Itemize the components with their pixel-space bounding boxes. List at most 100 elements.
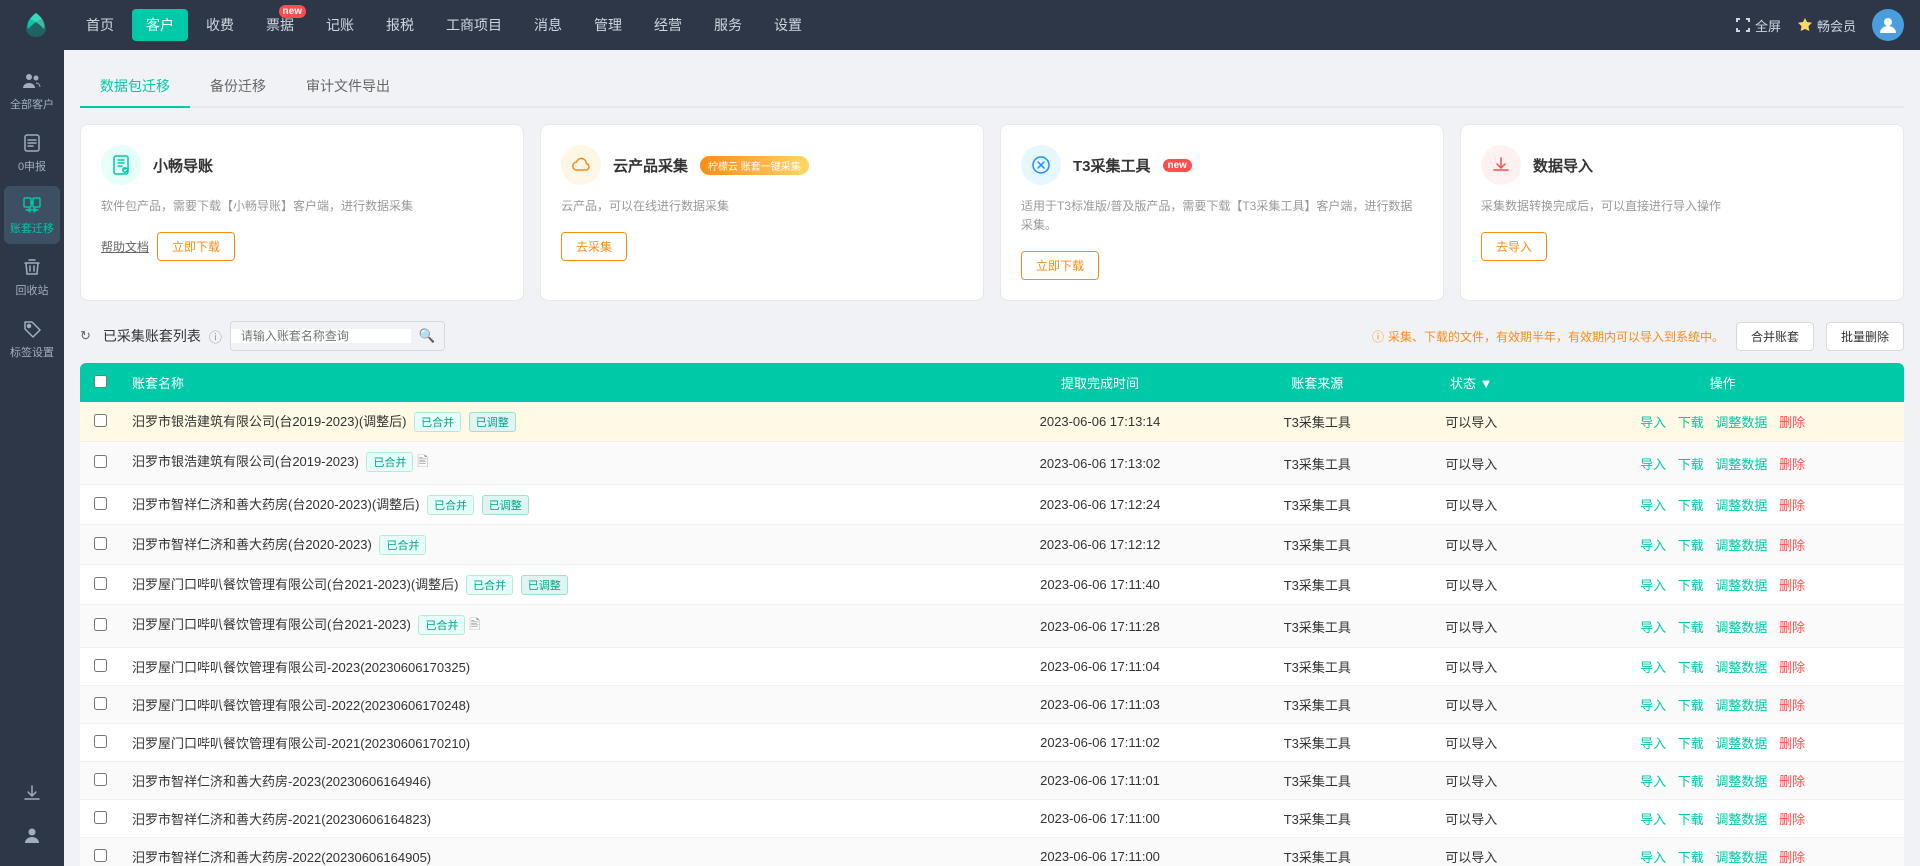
delete-action[interactable]: 删除: [1779, 736, 1805, 751]
tab-audit-export[interactable]: 审计文件导出: [286, 66, 410, 108]
delete-action[interactable]: 删除: [1779, 620, 1805, 635]
adjust-action[interactable]: 调整数据: [1715, 736, 1767, 751]
download-action[interactable]: 下载: [1678, 850, 1704, 865]
delete-action[interactable]: 删除: [1779, 457, 1805, 472]
adjust-action[interactable]: 调整数据: [1715, 850, 1767, 865]
nav-settings[interactable]: 设置: [760, 9, 816, 41]
adjust-action[interactable]: 调整数据: [1715, 415, 1767, 430]
nav-invoice[interactable]: 票据new: [252, 9, 308, 41]
fullscreen-btn[interactable]: 全屏: [1735, 16, 1781, 35]
row-checkbox[interactable]: [94, 455, 107, 468]
import-action[interactable]: 导入: [1640, 660, 1666, 675]
delete-action[interactable]: 删除: [1779, 498, 1805, 513]
nav-operation[interactable]: 经营: [640, 9, 696, 41]
row-checkbox[interactable]: [94, 618, 107, 631]
nav-customer[interactable]: 客户: [132, 9, 188, 41]
download-action[interactable]: 下载: [1678, 498, 1704, 513]
import-desc: 采集数据转换完成后，可以直接进行导入操作: [1481, 197, 1883, 216]
download-action[interactable]: 下载: [1678, 698, 1704, 713]
nav-manage[interactable]: 管理: [580, 9, 636, 41]
adjust-action[interactable]: 调整数据: [1715, 774, 1767, 789]
adjust-action[interactable]: 调整数据: [1715, 457, 1767, 472]
download-action[interactable]: 下载: [1678, 457, 1704, 472]
sidebar-item-tag-settings[interactable]: 标签设置: [4, 310, 60, 368]
delete-action[interactable]: 删除: [1779, 850, 1805, 865]
download-action[interactable]: 下载: [1678, 736, 1704, 751]
download-action[interactable]: 下载: [1678, 774, 1704, 789]
delete-action[interactable]: 删除: [1779, 578, 1805, 593]
merge-btn[interactable]: 合并账套: [1736, 322, 1814, 351]
user-avatar[interactable]: [1872, 9, 1904, 41]
app-logo[interactable]: [16, 5, 56, 45]
refresh-icon[interactable]: ↻: [80, 328, 91, 344]
adjust-action[interactable]: 调整数据: [1715, 578, 1767, 593]
t3-download-btn[interactable]: 立即下载: [1021, 251, 1099, 280]
row-checkbox[interactable]: [94, 735, 107, 748]
adjust-action[interactable]: 调整数据: [1715, 698, 1767, 713]
help-icon[interactable]: ⓘ: [209, 327, 222, 346]
import-action[interactable]: 导入: [1640, 698, 1666, 713]
adjust-action[interactable]: 调整数据: [1715, 538, 1767, 553]
nav-message[interactable]: 消息: [520, 9, 576, 41]
cloud-collect-btn[interactable]: 去采集: [561, 232, 627, 261]
search-button[interactable]: 🔍: [411, 322, 444, 350]
import-action[interactable]: 导入: [1640, 774, 1666, 789]
nav-tax[interactable]: 报税: [372, 9, 428, 41]
import-action[interactable]: 导入: [1640, 620, 1666, 635]
row-checkbox[interactable]: [94, 659, 107, 672]
delete-action[interactable]: 删除: [1779, 415, 1805, 430]
import-action[interactable]: 导入: [1640, 498, 1666, 513]
download-action[interactable]: 下载: [1678, 415, 1704, 430]
xiaochang-help-link[interactable]: 帮助文档: [101, 238, 149, 255]
adjust-action[interactable]: 调整数据: [1715, 620, 1767, 635]
sidebar-item-zero-report[interactable]: 0申报: [4, 124, 60, 182]
import-action[interactable]: 导入: [1640, 457, 1666, 472]
search-input[interactable]: [231, 329, 411, 343]
download-action[interactable]: 下载: [1678, 812, 1704, 827]
sidebar-item-download[interactable]: [4, 774, 60, 812]
sidebar-item-all-customers[interactable]: 全部客户: [4, 62, 60, 120]
xiaochang-download-btn[interactable]: 立即下载: [157, 232, 235, 261]
tab-backup-migration[interactable]: 备份迁移: [190, 66, 286, 108]
row-checkbox[interactable]: [94, 773, 107, 786]
nav-home[interactable]: 首页: [72, 9, 128, 41]
row-checkbox[interactable]: [94, 577, 107, 590]
import-action[interactable]: 导入: [1640, 578, 1666, 593]
batch-delete-btn[interactable]: 批量删除: [1826, 322, 1904, 351]
row-checkbox[interactable]: [94, 811, 107, 824]
delete-action[interactable]: 删除: [1779, 774, 1805, 789]
import-go-btn[interactable]: 去导入: [1481, 232, 1547, 261]
download-action[interactable]: 下载: [1678, 660, 1704, 675]
row-checkbox[interactable]: [94, 497, 107, 510]
import-action[interactable]: 导入: [1640, 812, 1666, 827]
delete-action[interactable]: 删除: [1779, 660, 1805, 675]
delete-action[interactable]: 删除: [1779, 812, 1805, 827]
row-checkbox[interactable]: [94, 849, 107, 862]
sidebar-item-migrate[interactable]: 账套迁移: [4, 186, 60, 244]
adjust-action[interactable]: 调整数据: [1715, 498, 1767, 513]
select-all-checkbox[interactable]: [94, 375, 107, 388]
row-checkbox[interactable]: [94, 537, 107, 550]
download-action[interactable]: 下载: [1678, 620, 1704, 635]
row-checkbox[interactable]: [94, 697, 107, 710]
adjust-action[interactable]: 调整数据: [1715, 812, 1767, 827]
member-btn[interactable]: 畅会员: [1797, 16, 1856, 35]
download-action[interactable]: 下载: [1678, 578, 1704, 593]
nav-service[interactable]: 服务: [700, 9, 756, 41]
tab-data-migration[interactable]: 数据包迁移: [80, 66, 190, 108]
delete-action[interactable]: 删除: [1779, 538, 1805, 553]
nav-fee[interactable]: 收费: [192, 9, 248, 41]
nav-bookkeeping[interactable]: 记账: [312, 9, 368, 41]
import-action[interactable]: 导入: [1640, 850, 1666, 865]
sidebar-item-user-settings[interactable]: [4, 816, 60, 854]
row-name-cell: 汨罗市智祥仁济和善大药房(台2020-2023) 已合并: [120, 525, 967, 565]
adjust-action[interactable]: 调整数据: [1715, 660, 1767, 675]
sidebar-item-trash[interactable]: 回收站: [4, 248, 60, 306]
delete-action[interactable]: 删除: [1779, 698, 1805, 713]
nav-business[interactable]: 工商项目: [432, 9, 516, 41]
download-action[interactable]: 下载: [1678, 538, 1704, 553]
import-action[interactable]: 导入: [1640, 538, 1666, 553]
import-action[interactable]: 导入: [1640, 736, 1666, 751]
import-action[interactable]: 导入: [1640, 415, 1666, 430]
row-checkbox[interactable]: [94, 414, 107, 427]
